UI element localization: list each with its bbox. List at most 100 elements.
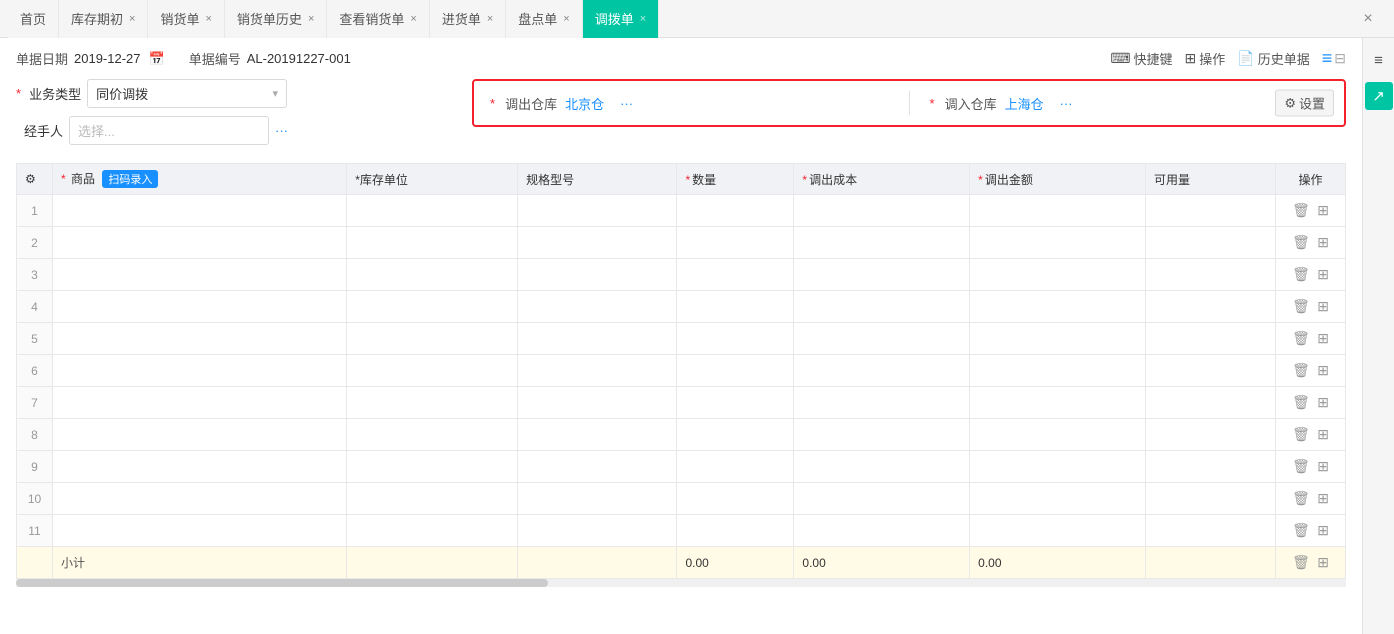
unit-cell-10[interactable] xyxy=(347,483,518,515)
warehouse-out-more-icon[interactable]: ··· xyxy=(620,96,633,111)
copy-icon-6[interactable]: ⊞ xyxy=(1317,362,1329,379)
delete-icon-2[interactable]: 🗑 xyxy=(1292,234,1310,251)
settings-button[interactable]: ⚙ 设置 xyxy=(1275,90,1334,117)
available-cell-3[interactable] xyxy=(1145,259,1275,291)
tab-inventory[interactable]: 盘点单 × xyxy=(506,0,582,38)
close-tab-inventory[interactable]: × xyxy=(563,13,569,25)
delete-icon-5[interactable]: 🗑 xyxy=(1292,330,1310,347)
unit-cell-9[interactable] xyxy=(347,451,518,483)
cost-cell-6[interactable] xyxy=(794,355,970,387)
amount-cell-4[interactable] xyxy=(970,291,1146,323)
copy-icon-2[interactable]: ⊞ xyxy=(1317,234,1329,251)
amount-cell-10[interactable] xyxy=(970,483,1146,515)
available-cell-2[interactable] xyxy=(1145,227,1275,259)
unit-cell-5[interactable] xyxy=(347,323,518,355)
tab-purchase[interactable]: 进货单 × xyxy=(430,0,506,38)
spec-cell-2[interactable] xyxy=(518,227,677,259)
qty-cell-1[interactable] xyxy=(677,195,794,227)
qty-cell-9[interactable] xyxy=(677,451,794,483)
cost-cell-3[interactable] xyxy=(794,259,970,291)
spec-cell-10[interactable] xyxy=(518,483,677,515)
qty-cell-3[interactable] xyxy=(677,259,794,291)
sidebar-list-icon[interactable]: ≡ xyxy=(1365,46,1393,74)
amount-cell-1[interactable] xyxy=(970,195,1146,227)
spec-cell-5[interactable] xyxy=(518,323,677,355)
spec-cell-11[interactable] xyxy=(518,515,677,547)
sidebar-export-icon[interactable]: ↗ xyxy=(1365,82,1393,110)
delete-icon-1[interactable]: 🗑 xyxy=(1292,202,1310,219)
copy-icon-3[interactable]: ⊞ xyxy=(1317,266,1329,283)
spec-cell-4[interactable] xyxy=(518,291,677,323)
qty-cell-7[interactable] xyxy=(677,387,794,419)
qty-cell-6[interactable] xyxy=(677,355,794,387)
cost-cell-8[interactable] xyxy=(794,419,970,451)
amount-cell-9[interactable] xyxy=(970,451,1146,483)
warehouse-in-value[interactable]: 上海仓 xyxy=(1005,94,1044,113)
product-cell-10[interactable] xyxy=(53,483,347,515)
qty-cell-5[interactable] xyxy=(677,323,794,355)
product-cell-9[interactable] xyxy=(53,451,347,483)
calendar-icon[interactable]: 📅 xyxy=(149,51,165,67)
unit-cell-1[interactable] xyxy=(347,195,518,227)
amount-cell-6[interactable] xyxy=(970,355,1146,387)
spec-cell-7[interactable] xyxy=(518,387,677,419)
delete-icon-8[interactable]: 🗑 xyxy=(1292,426,1310,443)
available-cell-10[interactable] xyxy=(1145,483,1275,515)
product-cell-4[interactable] xyxy=(53,291,347,323)
tab-view-sales[interactable]: 查看销货单 × xyxy=(327,0,429,38)
product-cell-1[interactable] xyxy=(53,195,347,227)
spec-cell-6[interactable] xyxy=(518,355,677,387)
tab-sales-history[interactable]: 销货单历史 × xyxy=(225,0,327,38)
warehouse-out-value[interactable]: 北京仓 xyxy=(565,94,604,113)
horizontal-scrollbar[interactable] xyxy=(16,579,1346,587)
amount-cell-3[interactable] xyxy=(970,259,1146,291)
unit-cell-11[interactable] xyxy=(347,515,518,547)
history-tool[interactable]: 📄 历史单据 xyxy=(1237,49,1309,68)
spec-cell-8[interactable] xyxy=(518,419,677,451)
close-tab-transfer[interactable]: × xyxy=(640,13,646,25)
subtotal-copy-icon[interactable]: ⊞ xyxy=(1317,554,1329,571)
delete-icon-4[interactable]: 🗑 xyxy=(1292,298,1310,315)
qty-cell-11[interactable] xyxy=(677,515,794,547)
available-cell-6[interactable] xyxy=(1145,355,1275,387)
copy-icon-8[interactable]: ⊞ xyxy=(1317,426,1329,443)
tab-home[interactable]: 首页 xyxy=(8,0,59,38)
spec-cell-3[interactable] xyxy=(518,259,677,291)
cost-cell-11[interactable] xyxy=(794,515,970,547)
product-cell-2[interactable] xyxy=(53,227,347,259)
available-cell-5[interactable] xyxy=(1145,323,1275,355)
delete-icon-7[interactable]: 🗑 xyxy=(1292,394,1310,411)
person-select[interactable]: 选择... xyxy=(69,116,269,145)
cost-cell-2[interactable] xyxy=(794,227,970,259)
warehouse-in-more-icon[interactable]: ··· xyxy=(1060,96,1073,111)
copy-icon-10[interactable]: ⊞ xyxy=(1317,490,1329,507)
unit-cell-7[interactable] xyxy=(347,387,518,419)
delete-icon-9[interactable]: 🗑 xyxy=(1292,458,1310,475)
spec-cell-1[interactable] xyxy=(518,195,677,227)
subtotal-delete-icon[interactable]: 🗑 xyxy=(1292,554,1310,571)
available-cell-1[interactable] xyxy=(1145,195,1275,227)
unit-cell-6[interactable] xyxy=(347,355,518,387)
amount-cell-2[interactable] xyxy=(970,227,1146,259)
person-more-icon[interactable]: ··· xyxy=(275,123,288,138)
copy-icon-9[interactable]: ⊞ xyxy=(1317,458,1329,475)
unit-cell-2[interactable] xyxy=(347,227,518,259)
available-cell-9[interactable] xyxy=(1145,451,1275,483)
unit-cell-8[interactable] xyxy=(347,419,518,451)
product-cell-8[interactable] xyxy=(53,419,347,451)
amount-cell-7[interactable] xyxy=(970,387,1146,419)
product-cell-11[interactable] xyxy=(53,515,347,547)
spec-cell-9[interactable] xyxy=(518,451,677,483)
close-tab-sales-history[interactable]: × xyxy=(308,13,314,25)
tab-sales[interactable]: 销货单 × xyxy=(148,0,224,38)
cost-cell-4[interactable] xyxy=(794,291,970,323)
copy-icon-7[interactable]: ⊞ xyxy=(1317,394,1329,411)
copy-icon-4[interactable]: ⊞ xyxy=(1317,298,1329,315)
cost-cell-1[interactable] xyxy=(794,195,970,227)
close-tab-sales[interactable]: × xyxy=(205,13,211,25)
available-cell-4[interactable] xyxy=(1145,291,1275,323)
shortcut-tool[interactable]: ⌨ 快捷键 xyxy=(1110,49,1172,68)
close-tab-inventory-init[interactable]: × xyxy=(129,13,135,25)
tab-transfer[interactable]: 调拨单 × xyxy=(583,0,659,38)
qty-cell-8[interactable] xyxy=(677,419,794,451)
